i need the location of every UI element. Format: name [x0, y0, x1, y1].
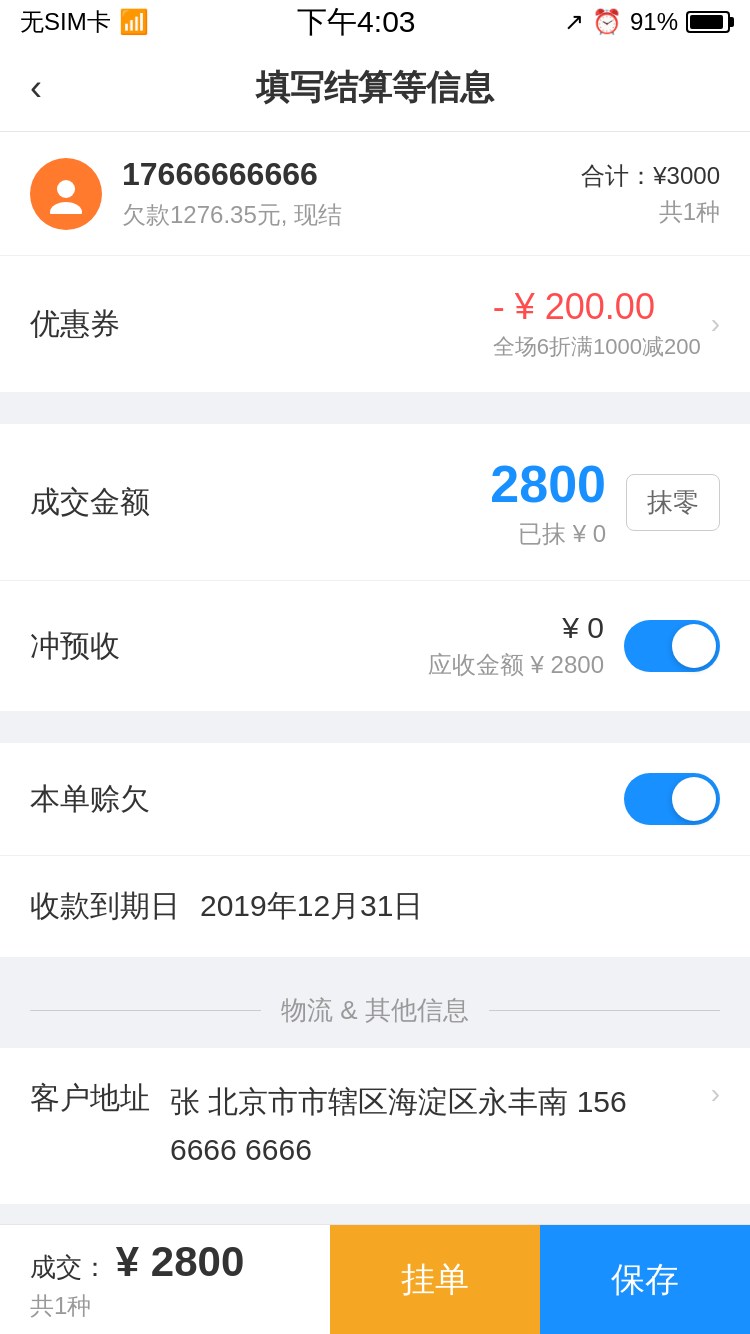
- status-bar: 无SIM卡 📶 下午4:03 ↗ ⏰ 91%: [0, 0, 750, 44]
- svg-point-1: [50, 202, 82, 214]
- status-right: ↗ ⏰ 91%: [564, 8, 730, 36]
- address-label: 客户地址: [30, 1078, 150, 1119]
- wifi-icon: 📶: [119, 8, 149, 36]
- bottom-deal-row: 成交： ¥ 2800: [30, 1238, 300, 1286]
- due-date-label: 收款到期日: [30, 886, 180, 927]
- coupon-row[interactable]: 优惠券 - ¥ 200.00 全场6折满1000减200 ›: [0, 255, 750, 392]
- bottom-summary: 成交： ¥ 2800 共1种: [0, 1238, 330, 1322]
- precharge-amount-block: ¥ 0 应收金额 ¥ 2800: [428, 611, 604, 681]
- coupon-amount: - ¥ 200.00: [493, 286, 701, 328]
- status-left: 无SIM卡 📶: [20, 6, 149, 38]
- user-right: 合计：¥3000 共1种: [581, 160, 720, 228]
- coupon-arrow-icon: ›: [711, 308, 720, 340]
- deal-amount-value[interactable]: 2800: [490, 454, 606, 514]
- coupon-desc: 全场6折满1000减200: [493, 332, 701, 362]
- bottom-amount: ¥ 2800: [116, 1238, 244, 1285]
- back-button[interactable]: ‹: [30, 67, 42, 109]
- deal-amount-label: 成交金额: [30, 482, 150, 523]
- save-button[interactable]: 保存: [540, 1225, 750, 1335]
- logistics-divider-right: [489, 1010, 720, 1011]
- address-card: 客户地址 张 北京市市辖区海淀区永丰南 156 6666 6666 ›: [0, 1048, 750, 1204]
- deal-amount-card: 成交金额 2800 已抹 ¥ 0 抹零 冲预收 ¥ 0 应收金额 ¥ 2800: [0, 424, 750, 711]
- address-value: 张 北京市市辖区海淀区永丰南 156 6666 6666: [170, 1078, 691, 1174]
- total-label: 合计：¥3000: [581, 160, 720, 192]
- bottom-deal-label: 成交：: [30, 1252, 108, 1282]
- nav-bar: ‹ 填写结算等信息: [0, 44, 750, 132]
- location-icon: ↗: [564, 8, 584, 36]
- deal-amount-right: 2800 已抹 ¥ 0 抹零: [490, 454, 720, 550]
- address-arrow-icon: ›: [711, 1078, 720, 1110]
- coupon-right: - ¥ 200.00 全场6折满1000减200 ›: [493, 286, 720, 362]
- precharge-sub: 应收金额 ¥ 2800: [428, 649, 604, 681]
- total-count: 共1种: [581, 196, 720, 228]
- precharge-toggle[interactable]: [624, 620, 720, 672]
- due-date-value: 2019年12月31日: [200, 886, 423, 927]
- section-divider-2: [0, 727, 750, 743]
- logistics-title: 物流 & 其他信息: [281, 993, 469, 1028]
- toggle-knob: [672, 624, 716, 668]
- carrier-text: 无SIM卡: [20, 6, 111, 38]
- due-date-row: 收款到期日 2019年12月31日: [0, 855, 750, 957]
- precharge-amount: ¥ 0: [428, 611, 604, 645]
- bottom-bar: 成交： ¥ 2800 共1种 挂单 保存: [0, 1224, 750, 1334]
- precharge-row: 冲预收 ¥ 0 应收金额 ¥ 2800: [0, 580, 750, 711]
- bad-debt-card: 本单赊欠 收款到期日 2019年12月31日: [0, 743, 750, 957]
- deal-amount-sub: 已抹 ¥ 0: [490, 518, 606, 550]
- status-time: 下午4:03: [297, 2, 415, 43]
- logistics-header: 物流 & 其他信息: [0, 973, 750, 1048]
- user-row: 17666666666 欠款1276.35元, 现结 合计：¥3000 共1种: [0, 132, 750, 255]
- precharge-right: ¥ 0 应收金额 ¥ 2800: [428, 611, 720, 681]
- address-row[interactable]: 客户地址 张 北京市市辖区海淀区永丰南 156 6666 6666 ›: [0, 1048, 750, 1204]
- section-divider-1: [0, 408, 750, 424]
- avatar: [30, 158, 102, 230]
- battery-icon: [686, 11, 730, 33]
- user-info: 17666666666 欠款1276.35元, 现结: [122, 156, 342, 231]
- bad-debt-toggle[interactable]: [624, 773, 720, 825]
- user-left: 17666666666 欠款1276.35元, 现结: [30, 156, 342, 231]
- alarm-icon: ⏰: [592, 8, 622, 36]
- bad-debt-label: 本单赊欠: [30, 779, 150, 820]
- content-area: 17666666666 欠款1276.35元, 现结 合计：¥3000 共1种 …: [0, 132, 750, 1334]
- page-title: 填写结算等信息: [256, 65, 494, 111]
- precharge-label: 冲预收: [30, 626, 120, 667]
- bottom-count: 共1种: [30, 1290, 300, 1322]
- bad-debt-toggle-knob: [672, 777, 716, 821]
- svg-point-0: [57, 180, 75, 198]
- user-debt: 欠款1276.35元, 现结: [122, 199, 342, 231]
- user-info-card: 17666666666 欠款1276.35元, 现结 合计：¥3000 共1种 …: [0, 132, 750, 392]
- logistics-divider-left: [30, 1010, 261, 1011]
- bad-debt-row: 本单赊欠: [0, 743, 750, 855]
- battery-percent: 91%: [630, 8, 678, 36]
- round-button[interactable]: 抹零: [626, 474, 720, 531]
- deal-amount-row: 成交金额 2800 已抹 ¥ 0 抹零: [0, 424, 750, 580]
- hang-button[interactable]: 挂单: [330, 1225, 540, 1335]
- coupon-label: 优惠券: [30, 304, 120, 345]
- user-phone: 17666666666: [122, 156, 342, 193]
